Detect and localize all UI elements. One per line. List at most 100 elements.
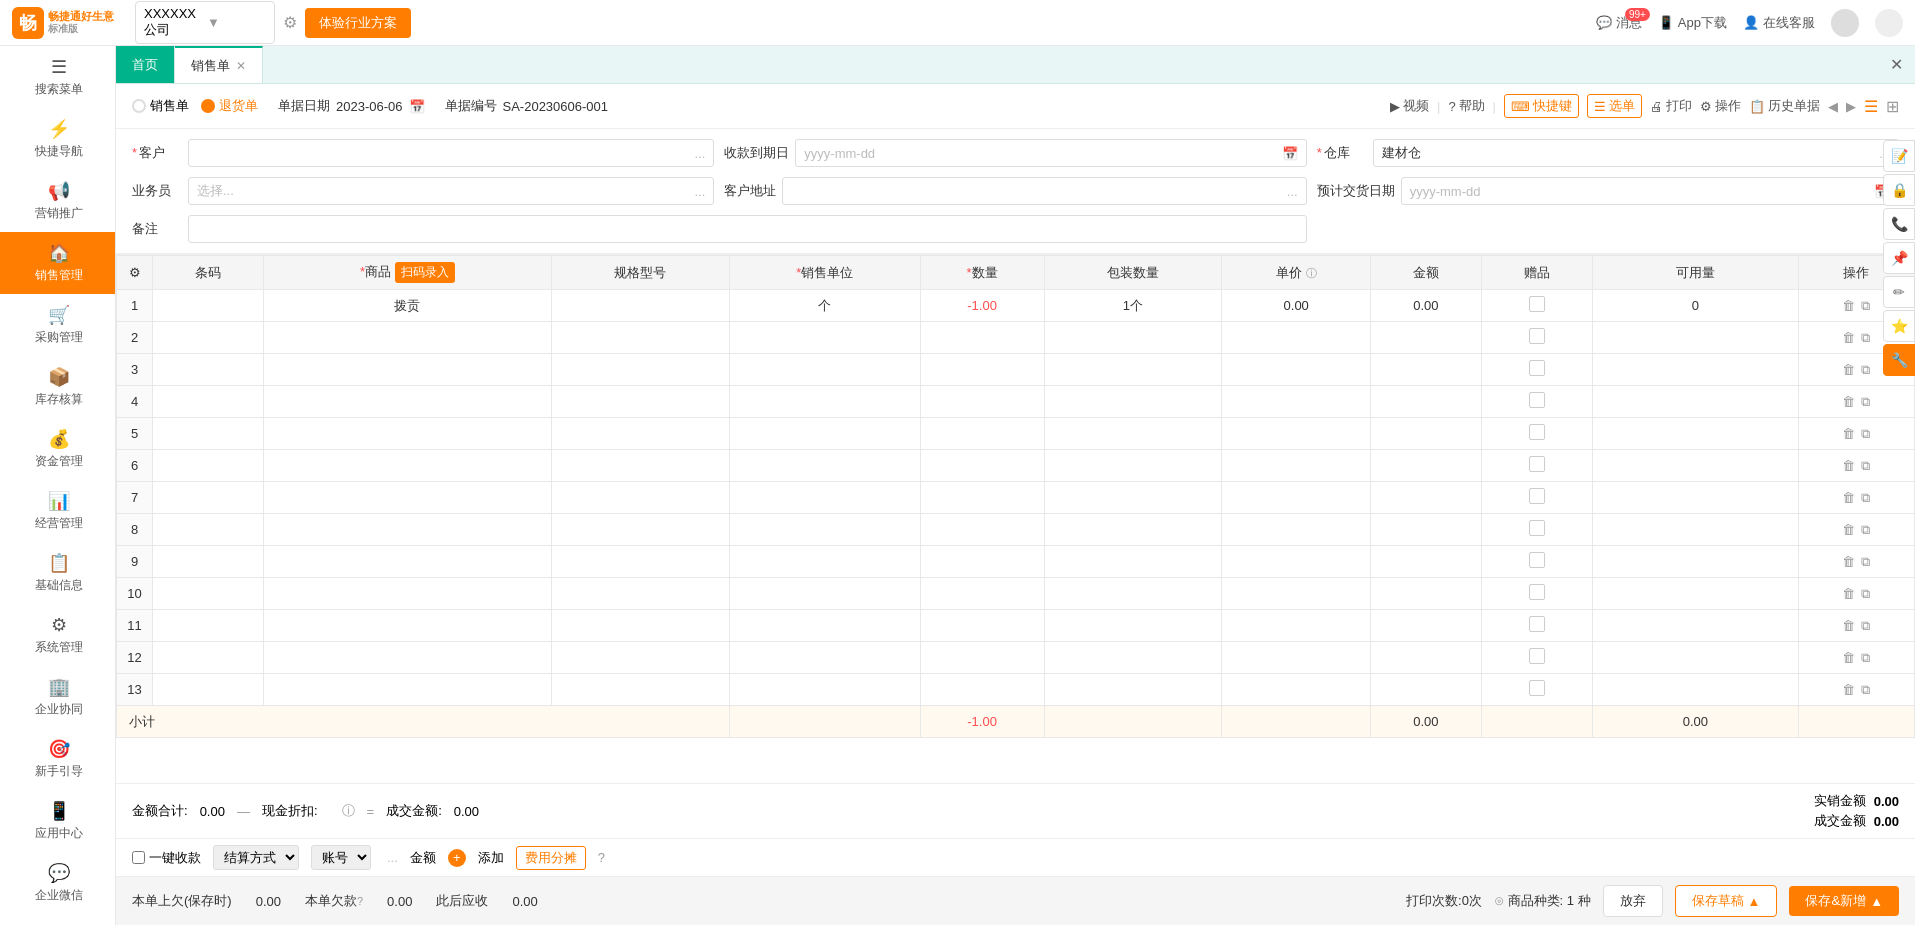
sidebar-item-appcenter[interactable]: 📱 应用中心 (0, 790, 115, 852)
shortcut-action[interactable]: ⌨ 快捷键 (1504, 94, 1579, 118)
product-type-checkbox[interactable]: ⊙ (1494, 893, 1504, 908)
row-spec-4[interactable] (551, 386, 729, 418)
row-pack-qty-4[interactable] (1044, 386, 1222, 418)
row-amount-6[interactable] (1370, 450, 1481, 482)
row-unit-9[interactable] (729, 546, 920, 578)
row-spec-9[interactable] (551, 546, 729, 578)
gift-checkbox-10[interactable] (1529, 584, 1545, 600)
row-spec-3[interactable] (551, 354, 729, 386)
gift-checkbox-7[interactable] (1529, 488, 1545, 504)
row-pack-qty-8[interactable] (1044, 514, 1222, 546)
delete-icon-2[interactable]: 🗑 (1842, 330, 1855, 346)
row-unit-price-9[interactable] (1222, 546, 1371, 578)
gift-checkbox-6[interactable] (1529, 456, 1545, 472)
copy-icon-12[interactable]: ⧉ (1861, 650, 1870, 666)
row-available-9[interactable] (1592, 546, 1798, 578)
row-unit-price-2[interactable] (1222, 322, 1371, 354)
abandon-btn[interactable]: 放弃 (1603, 885, 1663, 917)
row-pack-qty-13[interactable] (1044, 674, 1222, 706)
row-qty-8[interactable] (920, 514, 1044, 546)
delete-icon-3[interactable]: 🗑 (1842, 362, 1855, 378)
row-pack-qty-10[interactable] (1044, 578, 1222, 610)
remarks-input[interactable] (188, 215, 1307, 243)
gift-checkbox-2[interactable] (1529, 328, 1545, 344)
delete-icon-13[interactable]: 🗑 (1842, 682, 1855, 698)
row-spec-2[interactable] (551, 322, 729, 354)
copy-icon-2[interactable]: ⧉ (1861, 330, 1870, 346)
col-settings[interactable]: ⚙ (117, 256, 153, 290)
row-gift-6[interactable] (1481, 450, 1592, 482)
avatar[interactable] (1831, 9, 1859, 37)
row-amount-4[interactable] (1370, 386, 1481, 418)
row-qty-12[interactable] (920, 642, 1044, 674)
row-amount-11[interactable] (1370, 610, 1481, 642)
expense-split-btn[interactable]: 费用分摊 (516, 846, 586, 870)
row-product-4[interactable] (263, 386, 551, 418)
row-product-7[interactable] (263, 482, 551, 514)
tab-home[interactable]: 首页 (116, 46, 175, 83)
delete-icon-8[interactable]: 🗑 (1842, 522, 1855, 538)
row-spec-10[interactable] (551, 578, 729, 610)
row-qty-2[interactable] (920, 322, 1044, 354)
sidebar-item-purchase[interactable]: 🛒 采购管理 (0, 294, 115, 356)
row-amount-9[interactable] (1370, 546, 1481, 578)
delete-icon-5[interactable]: 🗑 (1842, 426, 1855, 442)
row-product-3[interactable] (263, 354, 551, 386)
gift-checkbox-4[interactable] (1529, 392, 1545, 408)
row-barcode-1[interactable] (153, 290, 264, 322)
row-gift-7[interactable] (1481, 482, 1592, 514)
row-qty-13[interactable] (920, 674, 1044, 706)
account-select[interactable]: 账号 (311, 845, 371, 870)
row-gift-3[interactable] (1481, 354, 1592, 386)
customer-addr-input[interactable]: ... (782, 177, 1306, 205)
gift-checkbox-12[interactable] (1529, 648, 1545, 664)
row-pack-qty-12[interactable] (1044, 642, 1222, 674)
row-unit-5[interactable] (729, 418, 920, 450)
row-gift-8[interactable] (1481, 514, 1592, 546)
row-spec-7[interactable] (551, 482, 729, 514)
float-btn-3[interactable]: 📞 (1883, 208, 1915, 240)
calc-method-select[interactable]: 结算方式 (213, 845, 299, 870)
float-btn-7[interactable]: 🔧 (1883, 344, 1915, 376)
row-spec-6[interactable] (551, 450, 729, 482)
row-available-4[interactable] (1592, 386, 1798, 418)
row-amount-2[interactable] (1370, 322, 1481, 354)
gift-checkbox-8[interactable] (1529, 520, 1545, 536)
sidebar-item-member[interactable]: 👑 畅会员 (0, 914, 115, 925)
copy-icon-6[interactable]: ⧉ (1861, 458, 1870, 474)
row-product-8[interactable] (263, 514, 551, 546)
row-pack-qty-3[interactable] (1044, 354, 1222, 386)
help-action[interactable]: ? 帮助 (1448, 97, 1484, 115)
history-action[interactable]: 📋 历史单据 (1749, 97, 1820, 115)
copy-icon-11[interactable]: ⧉ (1861, 618, 1870, 634)
row-spec-5[interactable] (551, 418, 729, 450)
gift-checkbox-13[interactable] (1529, 680, 1545, 696)
row-available-12[interactable] (1592, 642, 1798, 674)
row-unit-price-4[interactable] (1222, 386, 1371, 418)
row-product-6[interactable] (263, 450, 551, 482)
settings-icon[interactable]: ⚙ (283, 13, 297, 32)
message-btn[interactable]: 💬 消息 99+ (1596, 14, 1642, 32)
sidebar-item-basicinfo[interactable]: 📋 基础信息 (0, 542, 115, 604)
row-gift-4[interactable] (1481, 386, 1592, 418)
row-pack-qty-7[interactable] (1044, 482, 1222, 514)
tab-sales-order[interactable]: 销售单 ✕ (175, 46, 263, 83)
sidebar-item-wechat[interactable]: 💬 企业微信 (0, 852, 115, 914)
row-pack-qty-1[interactable]: 1个 (1044, 290, 1222, 322)
sidebar-item-operations[interactable]: 📊 经营管理 (0, 480, 115, 542)
float-btn-1[interactable]: 📝 (1883, 140, 1915, 172)
row-unit-4[interactable] (729, 386, 920, 418)
row-available-6[interactable] (1592, 450, 1798, 482)
row-barcode-6[interactable] (153, 450, 264, 482)
row-qty-5[interactable] (920, 418, 1044, 450)
row-unit-price-5[interactable] (1222, 418, 1371, 450)
float-btn-6[interactable]: ⭐ (1883, 310, 1915, 342)
delete-icon-7[interactable]: 🗑 (1842, 490, 1855, 506)
row-unit-13[interactable] (729, 674, 920, 706)
row-product-5[interactable] (263, 418, 551, 450)
row-barcode-7[interactable] (153, 482, 264, 514)
row-unit-11[interactable] (729, 610, 920, 642)
row-product-9[interactable] (263, 546, 551, 578)
copy-icon-13[interactable]: ⧉ (1861, 682, 1870, 698)
calendar-icon[interactable]: 📅 (409, 99, 425, 114)
